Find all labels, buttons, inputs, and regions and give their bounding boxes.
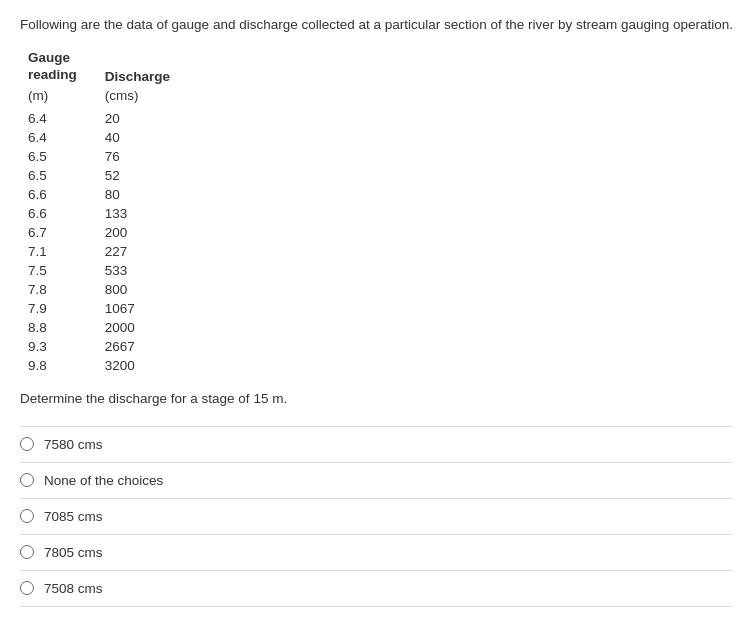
table-row: 8.82000: [24, 318, 194, 337]
col1-unit: (m): [24, 86, 101, 109]
gauge-cell: 7.8: [24, 280, 101, 299]
gauge-cell: 6.7: [24, 223, 101, 242]
radio-icon[interactable]: [20, 509, 34, 523]
table-row: 7.5533: [24, 261, 194, 280]
option-label: None of the choices: [44, 473, 163, 488]
gauge-cell: 6.5: [24, 147, 101, 166]
radio-icon[interactable]: [20, 437, 34, 451]
table-row: 9.32667: [24, 337, 194, 356]
intro-text: Following are the data of gauge and disc…: [20, 16, 733, 35]
discharge-cell: 76: [101, 147, 194, 166]
discharge-cell: 52: [101, 166, 194, 185]
table-row: 6.7200: [24, 223, 194, 242]
option-item[interactable]: 7580 cms: [20, 426, 733, 463]
discharge-cell: 20: [101, 109, 194, 128]
radio-icon[interactable]: [20, 545, 34, 559]
table-row: 6.680: [24, 185, 194, 204]
table-row: 6.552: [24, 166, 194, 185]
gauge-cell: 6.4: [24, 128, 101, 147]
table-row: 7.91067: [24, 299, 194, 318]
discharge-cell: 3200: [101, 356, 194, 375]
gauge-cell: 6.5: [24, 166, 101, 185]
gauge-cell: 8.8: [24, 318, 101, 337]
col2-unit: (cms): [101, 86, 194, 109]
question-text: Determine the discharge for a stage of 1…: [20, 391, 733, 406]
table-row: 9.83200: [24, 356, 194, 375]
discharge-cell: 1067: [101, 299, 194, 318]
radio-icon[interactable]: [20, 581, 34, 595]
table-row: 6.440: [24, 128, 194, 147]
discharge-cell: 133: [101, 204, 194, 223]
table-row: 6.6133: [24, 204, 194, 223]
option-label: 7805 cms: [44, 545, 103, 560]
gauge-cell: 6.6: [24, 204, 101, 223]
table-row: 7.8800: [24, 280, 194, 299]
gauge-cell: 7.9: [24, 299, 101, 318]
gauge-cell: 6.4: [24, 109, 101, 128]
table-row: 6.420: [24, 109, 194, 128]
discharge-cell: 200: [101, 223, 194, 242]
radio-icon[interactable]: [20, 473, 34, 487]
discharge-cell: 80: [101, 185, 194, 204]
col1-header: Gauge reading: [24, 47, 101, 86]
discharge-cell: 2000: [101, 318, 194, 337]
option-label: 7085 cms: [44, 509, 103, 524]
gauge-cell: 9.3: [24, 337, 101, 356]
gauge-cell: 9.8: [24, 356, 101, 375]
data-table-container: Gauge reading Discharge (m) (cms) 6.4206…: [20, 47, 733, 375]
option-item[interactable]: 7508 cms: [20, 571, 733, 607]
option-label: 7508 cms: [44, 581, 103, 596]
discharge-cell: 2667: [101, 337, 194, 356]
option-item[interactable]: 7805 cms: [20, 535, 733, 571]
option-label: 7580 cms: [44, 437, 103, 452]
gauge-cell: 7.1: [24, 242, 101, 261]
discharge-cell: 800: [101, 280, 194, 299]
table-row: 6.576: [24, 147, 194, 166]
option-item[interactable]: 7085 cms: [20, 499, 733, 535]
discharge-cell: 227: [101, 242, 194, 261]
table-row: 7.1227: [24, 242, 194, 261]
gauge-cell: 6.6: [24, 185, 101, 204]
discharge-cell: 533: [101, 261, 194, 280]
options-section: 7580 cms None of the choices 7085 cms 7805 …: [20, 426, 733, 607]
discharge-cell: 40: [101, 128, 194, 147]
col2-header: Discharge: [101, 47, 194, 86]
option-item[interactable]: None of the choices: [20, 463, 733, 499]
gauge-cell: 7.5: [24, 261, 101, 280]
